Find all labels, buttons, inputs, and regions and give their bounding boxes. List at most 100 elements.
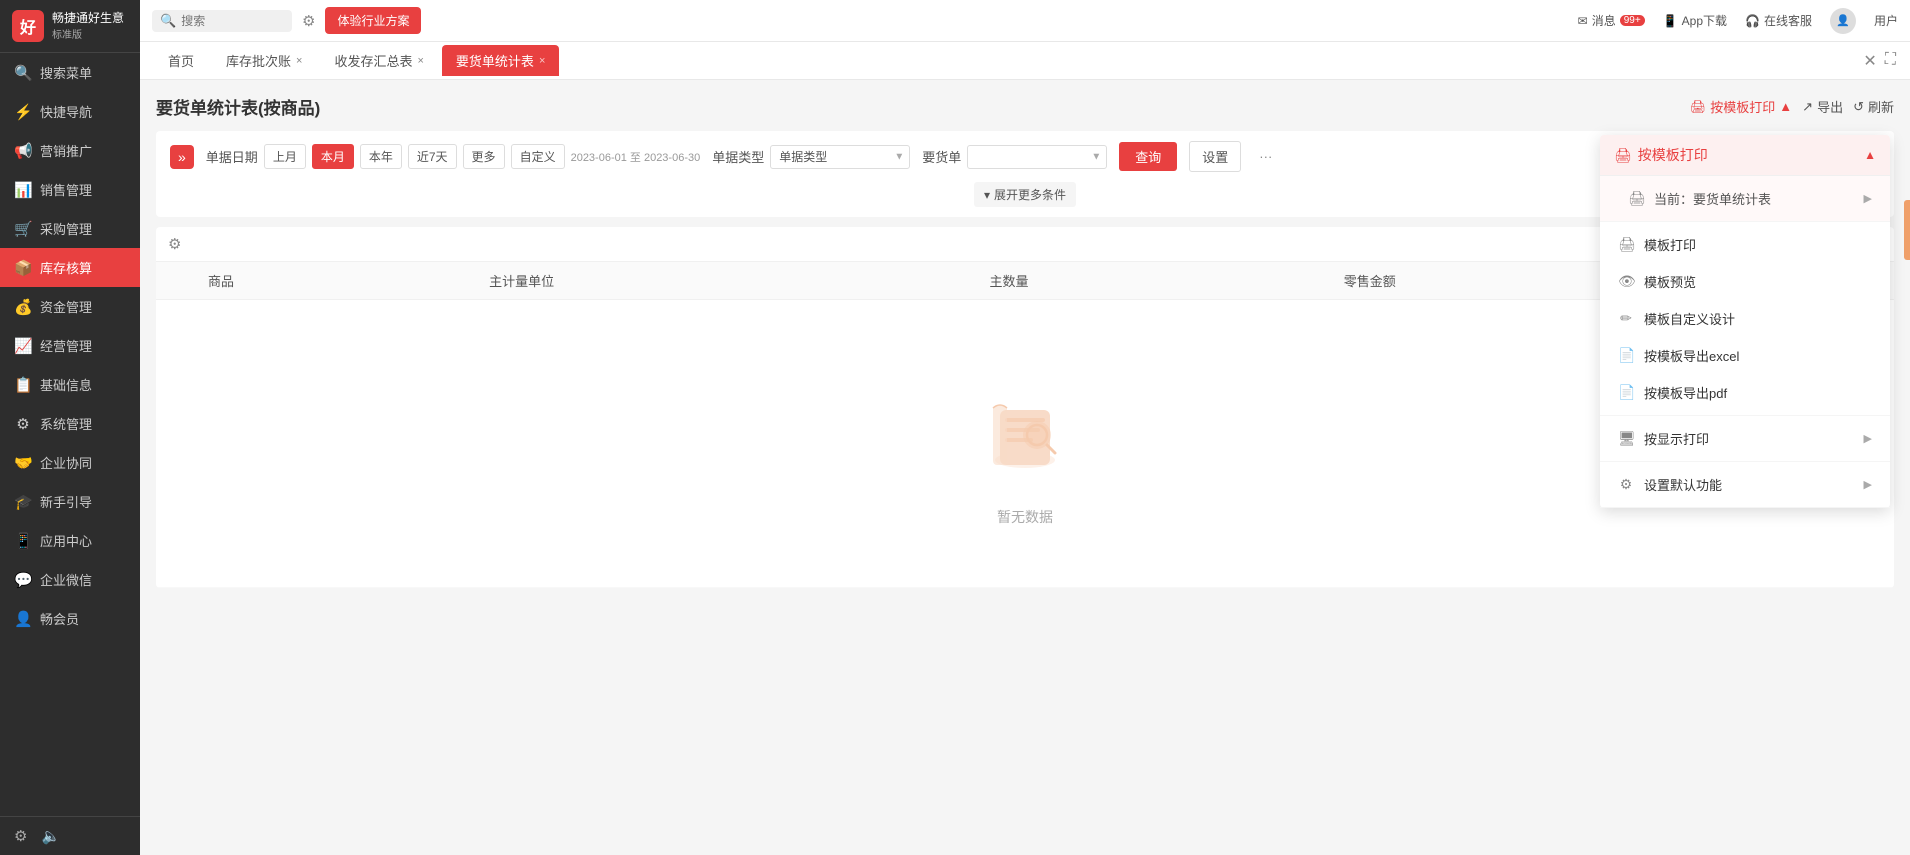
app-center-icon: 📱	[14, 532, 32, 550]
date-btn-last-month[interactable]: 上月	[264, 144, 306, 169]
purchase-icon: 🛒	[14, 220, 32, 238]
sidebar-item-inventory[interactable]: 📦 库存核算	[0, 248, 140, 287]
app-download-button[interactable]: 📱 App下载	[1663, 12, 1727, 29]
sidebar: 好 畅捷通好生意 标准版 🔍 搜索菜单 ⚡ 快捷导航 📢 营销推广 📊 销售管理…	[0, 0, 140, 855]
sidebar-item-finance[interactable]: 💰 资金管理	[0, 287, 140, 326]
table-column-settings-icon[interactable]: ⚙	[168, 235, 181, 253]
member-icon: 👤	[14, 610, 32, 628]
template-print-item[interactable]: 🖨 模板打印	[1600, 226, 1890, 263]
sound-footer-icon[interactable]: 🔈	[41, 827, 60, 845]
col-unit: 主计量单位	[477, 262, 977, 300]
date-btn-this-year[interactable]: 本年	[360, 144, 402, 169]
sidebar-item-marketing[interactable]: 📢 营销推广	[0, 131, 140, 170]
tab-close-all-icon[interactable]: ✕	[1863, 51, 1876, 71]
current-template-arrow: ▶	[1864, 192, 1872, 205]
set-default-item[interactable]: ⚙ 设置默认功能 ▶	[1600, 466, 1890, 503]
sidebar-item-basic[interactable]: 📋 基础信息	[0, 365, 140, 404]
date-btn-7days[interactable]: 近7天	[408, 144, 457, 169]
dropdown-collapse-arrow[interactable]: ▲	[1864, 148, 1876, 162]
template-print-button[interactable]: 🖨 按模板打印 ▲	[1690, 97, 1792, 116]
search-input[interactable]	[181, 14, 271, 28]
empty-text: 暂无数据	[156, 507, 1894, 527]
sidebar-item-cooperation[interactable]: 🤝 企业协同	[0, 443, 140, 482]
template-print-item-label: 模板打印	[1644, 235, 1696, 254]
export-icon: ↗	[1802, 99, 1813, 115]
date-btn-this-month[interactable]: 本月	[312, 144, 354, 169]
sidebar-item-sales[interactable]: 📊 销售管理	[0, 170, 140, 209]
col-qty: 主数量	[978, 262, 1332, 300]
tab-inventory-batch-close[interactable]: ×	[296, 55, 302, 67]
more-options-icon[interactable]: ···	[1253, 147, 1278, 166]
refresh-button[interactable]: ↺ 刷新	[1853, 97, 1894, 116]
template-custom-item[interactable]: ✏ 模板自定义设计	[1600, 300, 1890, 337]
sidebar-item-operation[interactable]: 📈 经营管理	[0, 326, 140, 365]
sidebar-label-purchase: 采购管理	[40, 219, 92, 238]
date-btn-more[interactable]: 更多	[463, 144, 505, 169]
sidebar-item-wechat[interactable]: 💬 企业微信	[0, 560, 140, 599]
expand-label: 展开更多条件	[994, 186, 1066, 203]
doc-type-select[interactable]: 单据类型	[770, 145, 910, 169]
sidebar-label-app-center: 应用中心	[40, 531, 92, 550]
sidebar-label-search: 搜索菜单	[40, 63, 92, 82]
sidebar-item-app-center[interactable]: 📱 应用中心	[0, 521, 140, 560]
current-template-left: 🖨 当前：要货单统计表	[1628, 189, 1771, 208]
filter-setting-button[interactable]: 设置	[1189, 141, 1241, 172]
export-button[interactable]: ↗ 导出	[1802, 97, 1843, 116]
tab-home[interactable]: 首页	[154, 45, 208, 76]
dropdown-title: 按模板打印	[1638, 145, 1708, 165]
app-download-icon: 📱	[1663, 14, 1678, 28]
topbar-gear-icon[interactable]: ⚙	[302, 12, 315, 30]
quick-nav-icon: ⚡	[14, 103, 32, 121]
date-btn-custom[interactable]: 自定义	[511, 144, 565, 169]
doc-type-filter: 单据类型 单据类型 ▼	[712, 145, 910, 169]
online-service-label: 在线客服	[1764, 12, 1812, 29]
current-template-item[interactable]: 🖨 当前：要货单统计表 ▶	[1600, 180, 1890, 217]
tab-expand-icon[interactable]: ⛶	[1885, 51, 1896, 71]
message-button[interactable]: ✉ 消息 99+	[1578, 12, 1645, 29]
tab-inventory-batch[interactable]: 库存批次账 ×	[212, 45, 316, 76]
printer-dropdown-icon: 🖨	[1614, 147, 1632, 164]
export-excel-item[interactable]: 📄 按模板导出excel	[1600, 337, 1890, 374]
template-preview-item[interactable]: 👁 模板预览	[1600, 263, 1890, 300]
set-default-icon: ⚙	[1618, 476, 1634, 493]
filter-toggle-button[interactable]: »	[170, 145, 194, 169]
template-custom-label: 模板自定义设计	[1644, 309, 1735, 328]
tab-receipt-summary[interactable]: 收发存汇总表 ×	[320, 45, 437, 76]
display-print-arrow: ▶	[1864, 432, 1872, 445]
app-download-label: App下载	[1682, 12, 1727, 29]
settings-footer-icon[interactable]: ⚙	[14, 827, 27, 845]
sidebar-label-cooperation: 企业协同	[40, 453, 92, 472]
refresh-label: 刷新	[1868, 97, 1894, 116]
refresh-icon: ↺	[1853, 99, 1864, 115]
sidebar-label-quick-nav: 快捷导航	[40, 102, 92, 121]
expand-conditions-button[interactable]: ▾ 展开更多条件	[974, 182, 1076, 207]
sidebar-item-quick-nav[interactable]: ⚡ 快捷导航	[0, 92, 140, 131]
tab-order-stats[interactable]: 要货单统计表 ×	[442, 45, 559, 76]
export-pdf-label: 按模板导出pdf	[1644, 383, 1727, 402]
resize-handle[interactable]	[1904, 200, 1910, 260]
topbar-search-box[interactable]: 🔍	[152, 10, 292, 32]
sidebar-label-basic: 基础信息	[40, 375, 92, 394]
sidebar-label-member: 畅会员	[40, 609, 79, 628]
export-pdf-item[interactable]: 📄 按模板导出pdf	[1600, 374, 1890, 411]
sidebar-item-guide[interactable]: 🎓 新手引导	[0, 482, 140, 521]
sidebar-item-search[interactable]: 🔍 搜索菜单	[0, 53, 140, 92]
wechat-icon: 💬	[14, 571, 32, 589]
tab-receipt-summary-close[interactable]: ×	[417, 55, 423, 67]
topbar-search-icon: 🔍	[160, 13, 176, 29]
logo-title: 畅捷通好生意	[52, 11, 124, 27]
tab-order-stats-close[interactable]: ×	[539, 55, 545, 67]
sidebar-item-purchase[interactable]: 🛒 采购管理	[0, 209, 140, 248]
tab-home-label: 首页	[168, 51, 194, 70]
cargo-select[interactable]	[967, 145, 1107, 169]
query-button[interactable]: 查询	[1119, 142, 1177, 171]
industry-solution-button[interactable]: 体验行业方案	[325, 7, 421, 34]
sidebar-label-guide: 新手引导	[40, 492, 92, 511]
set-default-section: ⚙ 设置默认功能 ▶	[1600, 462, 1890, 508]
display-print-item[interactable]: 🖥 按显示打印 ▶	[1600, 420, 1890, 457]
sidebar-item-system[interactable]: ⚙ 系统管理	[0, 404, 140, 443]
avatar[interactable]: 👤	[1830, 8, 1856, 34]
online-service-button[interactable]: 🎧 在线客服	[1745, 12, 1812, 29]
sidebar-item-member[interactable]: 👤 畅会员	[0, 599, 140, 638]
dropdown-header: 🖨 按模板打印 ▲	[1600, 135, 1890, 176]
